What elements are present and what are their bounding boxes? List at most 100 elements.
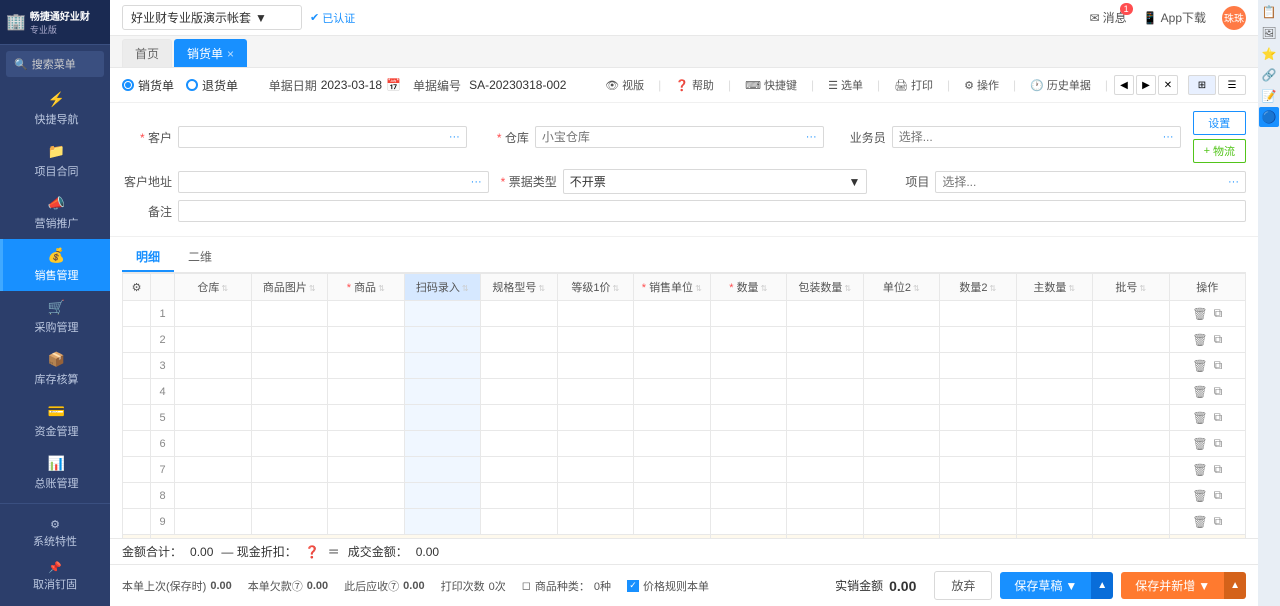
row-1-copy-btn[interactable]: ⧉ [1213, 305, 1224, 322]
operate-btn[interactable]: ⚙ 操作 [956, 74, 1007, 96]
sort-icon-unit[interactable]: ⇅ [695, 284, 702, 293]
sort-icon-image[interactable]: ⇅ [309, 284, 316, 293]
sort-icon-warehouse[interactable]: ⇅ [221, 284, 228, 293]
help-btn[interactable]: ❓ 帮助 [667, 74, 722, 96]
col-qty[interactable]: * 数量⇅ [710, 274, 787, 301]
sort-icon-batch[interactable]: ⇅ [462, 284, 469, 293]
warehouse-input[interactable] [542, 130, 804, 144]
staff-input[interactable] [899, 130, 1161, 144]
sidebar-search-area[interactable]: 🔍 搜索菜单 [0, 45, 110, 83]
invoice-select[interactable]: 不开票 ▼ [563, 169, 868, 194]
col-settings[interactable]: ⚙ [123, 274, 151, 301]
sidebar-item-capital[interactable]: 💳 资金管理 [0, 395, 110, 447]
row-9-copy-btn[interactable]: ⧉ [1213, 513, 1224, 530]
row-2-price1[interactable] [557, 327, 634, 353]
tab-detail[interactable]: 明细 [122, 243, 174, 272]
nav-prev-btn[interactable]: ◀ [1114, 75, 1134, 95]
sidebar-footer-item-settings[interactable]: ⚙ 系统特性 [4, 512, 106, 555]
row-2-qty2[interactable] [940, 327, 1017, 353]
row-2-copy-btn[interactable]: ⧉ [1213, 331, 1224, 348]
radio-sale-order[interactable]: 销货单 [122, 77, 174, 94]
address-input[interactable] [185, 175, 469, 189]
project-input-wrapper[interactable]: ··· [935, 171, 1246, 193]
row-2-unit2[interactable] [863, 327, 940, 353]
company-selector[interactable]: 好业财专业版演示帐套 ▼ [122, 5, 302, 30]
tab-close-icon[interactable]: × [227, 47, 234, 61]
row-1-qty[interactable] [710, 301, 787, 327]
view-table-btn[interactable]: ⊞ [1188, 75, 1216, 95]
col-warehouse[interactable]: 仓库⇅ [175, 274, 252, 301]
row-2-delete-btn[interactable]: 🗑 [1191, 331, 1208, 348]
remark-input[interactable] [178, 200, 1246, 222]
row-1-batch[interactable] [1093, 301, 1170, 327]
col-pack-qty[interactable]: 包装数量⇅ [787, 274, 864, 301]
sort-icon-goods[interactable]: ⇅ [378, 284, 385, 293]
search-menu-button[interactable]: 🔍 搜索菜单 [6, 51, 104, 77]
calendar-icon[interactable]: 📅 [386, 78, 401, 92]
sort-icon-qty2[interactable]: ⇅ [989, 284, 996, 293]
col-spec[interactable]: 规格型号⇅ [481, 274, 558, 301]
save-new-arrow-btn[interactable]: ▲ [1224, 572, 1246, 599]
row-1-unit2[interactable] [863, 301, 940, 327]
row-8-copy-btn[interactable]: ⧉ [1213, 487, 1224, 504]
nav-close-btn[interactable]: ✕ [1158, 75, 1178, 95]
row-9-delete-btn[interactable]: 🗑 [1191, 513, 1208, 530]
row-3-copy-btn[interactable]: ⧉ [1213, 357, 1224, 374]
sort-icon-main[interactable]: ⇅ [1068, 284, 1075, 293]
bill-date-value[interactable]: 2023-03-18 [321, 78, 382, 92]
right-panel-icon-4[interactable]: 🔗 [1259, 65, 1279, 85]
sidebar-item-accounts[interactable]: 📊 总账管理 [0, 447, 110, 499]
radio-return-order[interactable]: 退货单 [186, 77, 238, 94]
set-button[interactable]: 设置 [1193, 111, 1246, 135]
sidebar-footer-item-pin[interactable]: 📌 取消钉固 [4, 555, 106, 598]
save-draft-button[interactable]: 保存草稿 ▼ [1000, 572, 1091, 599]
save-new-button[interactable]: 保存并新增 ▼ [1121, 572, 1224, 599]
right-panel-icon-5[interactable]: 📝 [1259, 86, 1279, 106]
row-1-delete-btn[interactable]: 🗑 [1191, 305, 1208, 322]
right-panel-icon-1[interactable]: 📋 [1259, 2, 1279, 22]
tab-2d[interactable]: 二维 [174, 243, 226, 272]
row-2-qty[interactable] [710, 327, 787, 353]
row-7-delete-btn[interactable]: 🗑 [1191, 461, 1208, 478]
sort-icon-spec[interactable]: ⇅ [538, 284, 545, 293]
sidebar-item-purchase[interactable]: 🛒 采购管理 [0, 291, 110, 343]
sidebar-item-quick-nav[interactable]: ⚡ 快捷导航 [0, 83, 110, 135]
sidebar-item-marketing[interactable]: 📣 营销推广 [0, 187, 110, 239]
row-1-goods[interactable] [328, 301, 405, 327]
row-2-batch-import[interactable] [404, 327, 481, 353]
row-1-sale-unit[interactable] [634, 301, 711, 327]
user-avatar-btn[interactable]: 珠珠 [1222, 6, 1246, 30]
price-rule-item[interactable]: 价格规则本单 [627, 578, 709, 594]
row-1-pack-qty[interactable] [787, 301, 864, 327]
row-2-warehouse[interactable] [175, 327, 252, 353]
row-2-goods[interactable] [328, 327, 405, 353]
discount-help-icon[interactable]: ❓ [305, 545, 320, 559]
history-btn[interactable]: 🕐 历史单据 [1022, 74, 1099, 96]
sidebar-item-sales[interactable]: 💰 销售管理 [0, 239, 110, 291]
sort-icon-qty[interactable]: ⇅ [761, 284, 768, 293]
view-btn[interactable]: 👁 视版 [597, 74, 652, 96]
staff-dots-btn[interactable]: ··· [1163, 131, 1174, 143]
warehouse-input-wrapper[interactable]: ··· [535, 126, 824, 148]
row-1-batch-import[interactable] [404, 301, 481, 327]
row-2-spec[interactable] [481, 327, 558, 353]
row-3-delete-btn[interactable]: 🗑 [1191, 357, 1208, 374]
nav-next-btn[interactable]: ▶ [1136, 75, 1156, 95]
customer-dots-btn[interactable]: ··· [449, 131, 460, 143]
tab-sale-order[interactable]: 销货单 × [174, 39, 247, 67]
save-draft-arrow-btn[interactable]: ▲ [1091, 572, 1113, 599]
address-input-wrapper[interactable]: ··· [178, 171, 489, 193]
row-4-delete-btn[interactable]: 🗑 [1191, 383, 1208, 400]
row-2-sale-unit[interactable] [634, 327, 711, 353]
col-goods[interactable]: * 商品⇅ [328, 274, 405, 301]
project-input[interactable] [942, 175, 1226, 189]
col-qty2[interactable]: 数量2⇅ [940, 274, 1017, 301]
row-7-copy-btn[interactable]: ⧉ [1213, 461, 1224, 478]
message-icon-btn[interactable]: ✉ 1 消息 [1090, 9, 1127, 26]
col-image[interactable]: 商品图片⇅ [251, 274, 328, 301]
row-1-warehouse[interactable] [175, 301, 252, 327]
sidebar-item-project[interactable]: 📁 项目合同 [0, 135, 110, 187]
row-1-price1[interactable] [557, 301, 634, 327]
col-main-qty[interactable]: 主数量⇅ [1016, 274, 1093, 301]
right-panel-icon-2[interactable]: 🖼 [1259, 23, 1279, 43]
